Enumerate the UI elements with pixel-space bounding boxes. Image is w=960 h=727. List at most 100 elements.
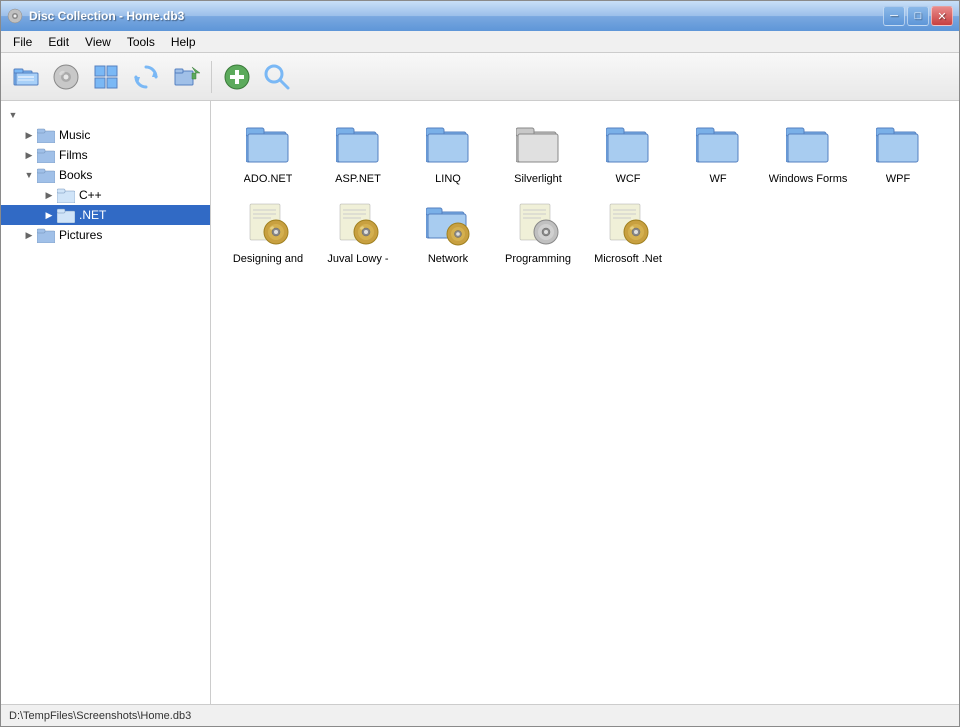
file-item-adonet[interactable]: ADO.NET <box>223 113 313 193</box>
menu-tools[interactable]: Tools <box>119 33 163 51</box>
toolbar-open-button[interactable] <box>7 58 45 96</box>
books-folder-icon <box>37 167 55 183</box>
toolbar-separator-1 <box>211 61 212 93</box>
title-bar-left: Disc Collection - Home.db3 <box>7 8 184 24</box>
books-label: Books <box>59 168 206 182</box>
pictures-label: Pictures <box>59 228 206 242</box>
tree-item-dotnet[interactable]: ▶ .NET <box>1 205 210 225</box>
main-window: Disc Collection - Home.db3 ─ □ ✕ File Ed… <box>0 0 960 727</box>
toolbar-grid-button[interactable] <box>87 58 125 96</box>
adonet-label: ADO.NET <box>244 172 293 186</box>
pictures-folder-icon <box>37 227 55 243</box>
windowsforms-icon <box>784 120 832 168</box>
aspnet-icon <box>334 120 382 168</box>
content-panel: ADO.NET ASP.NET <box>211 101 959 704</box>
toolbar-search-button[interactable] <box>258 58 296 96</box>
search-icon <box>263 63 291 91</box>
silverlight-icon <box>514 120 562 168</box>
status-bar: D:\TempFiles\Screenshots\Home.db3 <box>1 704 959 726</box>
cpp-label: C++ <box>79 188 206 202</box>
cpp-expander[interactable]: ▶ <box>41 187 57 203</box>
windowsforms-label: Windows Forms <box>769 172 848 186</box>
app-icon <box>7 8 23 24</box>
file-item-wcf[interactable]: WCF <box>583 113 673 193</box>
file-item-windowsforms[interactable]: Windows Forms <box>763 113 853 193</box>
wpf-icon <box>874 120 922 168</box>
maximize-button[interactable]: □ <box>907 6 929 26</box>
disc-icon <box>52 63 80 91</box>
menu-help[interactable]: Help <box>163 33 204 51</box>
films-folder-icon <box>37 147 55 163</box>
file-item-linq[interactable]: LINQ <box>403 113 493 193</box>
window-title: Disc Collection - Home.db3 <box>29 9 184 23</box>
programming-label: Programming .NET Securit... <box>498 252 578 266</box>
dotnet-expander[interactable]: ▶ <box>41 207 57 223</box>
films-expander[interactable]: ▶ <box>21 147 37 163</box>
menu-file[interactable]: File <box>5 33 40 51</box>
adonet-icon <box>244 120 292 168</box>
network-icon <box>424 200 472 248</box>
tree-item-films[interactable]: ▶ Films <box>1 145 210 165</box>
music-folder-icon <box>37 127 55 143</box>
programming-icon <box>514 200 562 248</box>
file-item-wf[interactable]: WF <box>673 113 763 193</box>
microsoft-icon <box>604 200 652 248</box>
pictures-expander[interactable]: ▶ <box>21 227 37 243</box>
toolbar-add-button[interactable] <box>218 58 256 96</box>
wf-label: WF <box>709 172 726 186</box>
file-item-designing[interactable]: Designing and Developing En... <box>223 193 313 273</box>
file-item-wpf[interactable]: WPF <box>853 113 943 193</box>
toolbar-refresh-button[interactable] <box>127 58 165 96</box>
tree-item-pictures[interactable]: ▶ Pictures <box>1 225 210 245</box>
films-label: Films <box>59 148 206 162</box>
toolbar <box>1 53 959 101</box>
file-item-silverlight[interactable]: Silverlight <box>493 113 583 193</box>
tree-panel: ▼ ▶ Music ▶ Films <box>1 101 211 704</box>
wpf-label: WPF <box>886 172 910 186</box>
status-path: D:\TempFiles\Screenshots\Home.db3 <box>9 710 191 722</box>
cpp-folder-icon <box>57 187 75 203</box>
designing-label: Designing and Developing En... <box>228 252 308 266</box>
wcf-icon <box>604 120 652 168</box>
grid-icon <box>92 63 120 91</box>
file-item-microsoft[interactable]: Microsoft .Net Remoting.chm <box>583 193 673 273</box>
designing-icon <box>244 200 292 248</box>
tree-item-cpp[interactable]: ▶ C++ <box>1 185 210 205</box>
refresh-icon <box>132 63 160 91</box>
menu-edit[interactable]: Edit <box>40 33 77 51</box>
file-item-network[interactable]: Network <box>403 193 493 273</box>
juval-label: Juval Lowy - Programming... <box>318 252 398 266</box>
silverlight-label: Silverlight <box>514 172 562 186</box>
wcf-label: WCF <box>615 172 640 186</box>
menu-view[interactable]: View <box>77 33 119 51</box>
toolbar-disc-button[interactable] <box>47 58 85 96</box>
network-label: Network <box>428 252 468 266</box>
toolbar-export-button[interactable] <box>167 58 205 96</box>
main-area: ▼ ▶ Music ▶ Films <box>1 101 959 704</box>
file-item-programming[interactable]: Programming .NET Securit... <box>493 193 583 273</box>
minimize-button[interactable]: ─ <box>883 6 905 26</box>
juval-icon <box>334 200 382 248</box>
tree-root-expander[interactable]: ▼ <box>5 107 21 123</box>
aspnet-label: ASP.NET <box>335 172 381 186</box>
linq-icon <box>424 120 472 168</box>
tree-root: ▼ <box>1 105 210 125</box>
open-icon <box>12 63 40 91</box>
title-bar: Disc Collection - Home.db3 ─ □ ✕ <box>1 1 959 31</box>
wf-icon <box>694 120 742 168</box>
menu-bar: File Edit View Tools Help <box>1 31 959 53</box>
file-item-juval[interactable]: Juval Lowy - Programming... <box>313 193 403 273</box>
tree-item-books[interactable]: ▼ Books <box>1 165 210 185</box>
dotnet-label: .NET <box>79 208 206 222</box>
microsoft-label: Microsoft .Net Remoting.chm <box>588 252 668 266</box>
tree-item-music[interactable]: ▶ Music <box>1 125 210 145</box>
file-item-aspnet[interactable]: ASP.NET <box>313 113 403 193</box>
books-expander[interactable]: ▼ <box>21 167 37 183</box>
music-expander[interactable]: ▶ <box>21 127 37 143</box>
export-icon <box>172 63 200 91</box>
window-controls: ─ □ ✕ <box>883 6 953 26</box>
dotnet-folder-icon <box>57 207 75 223</box>
close-button[interactable]: ✕ <box>931 6 953 26</box>
linq-label: LINQ <box>435 172 461 186</box>
add-icon <box>223 63 251 91</box>
